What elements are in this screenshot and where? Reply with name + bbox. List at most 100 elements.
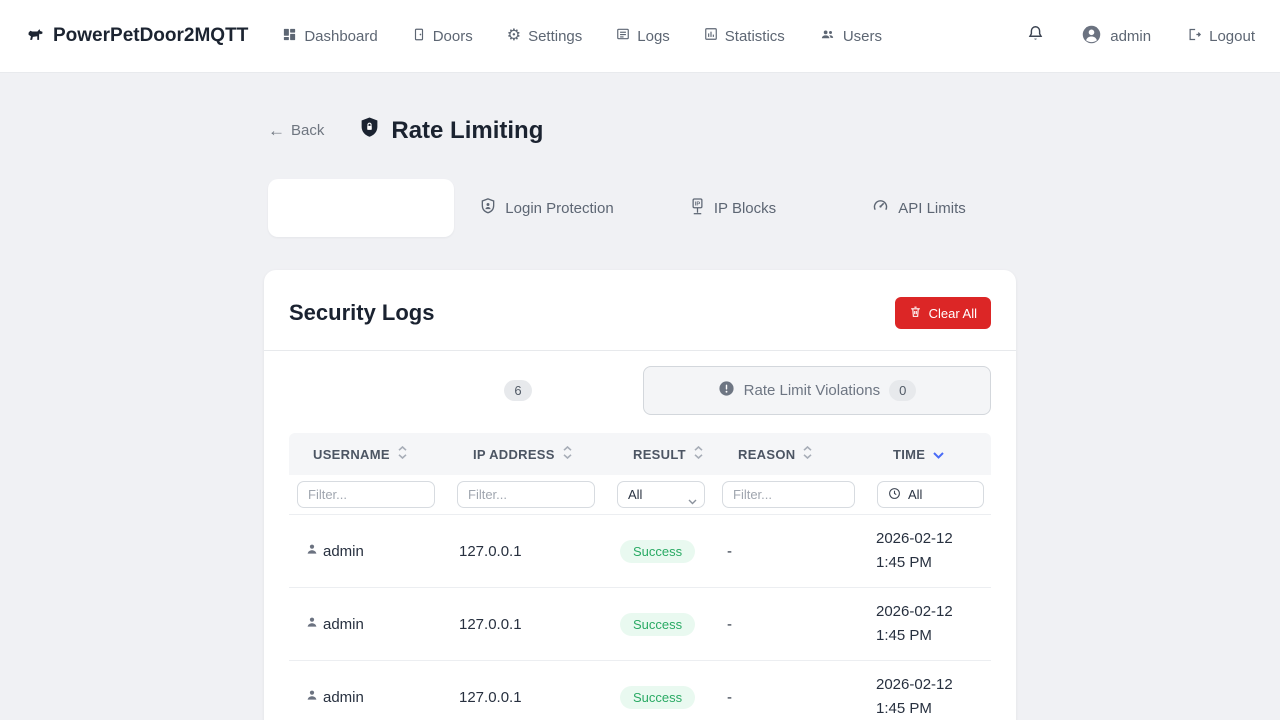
card-header: Security Logs Clear All <box>264 270 1016 351</box>
cell-reason: - <box>727 542 732 560</box>
trash-icon <box>909 305 922 321</box>
top-navbar: PowerPetDoor2MQTT Dashboard Doors ⚙ Sett… <box>0 0 1280 73</box>
table-filter-row: All <box>289 475 991 515</box>
cell-ip: 127.0.0.1 <box>459 615 522 633</box>
alert-circle-icon <box>718 380 735 401</box>
card-title: Security Logs <box>289 300 435 325</box>
logout-icon <box>1187 27 1202 46</box>
cell-time: 1:45 PM <box>876 627 932 644</box>
tab-active[interactable] <box>268 179 454 237</box>
nav-item-logs[interactable]: Logs <box>616 27 670 45</box>
time-filter-value: All <box>908 487 923 502</box>
table-row[interactable]: admin 127.0.0.1 Success - 2026-02-12 1:4… <box>289 515 991 588</box>
page-content: ← Back Rate Limiting Login Protection IP… <box>264 73 1016 720</box>
person-icon <box>305 615 319 633</box>
dashboard-icon <box>282 27 297 46</box>
column-header-result[interactable]: RESULT <box>609 445 714 462</box>
nav-label: Settings <box>528 27 583 45</box>
clock-icon <box>888 487 901 503</box>
security-logs-card: Security Logs Clear All 6 Rate Limit Vio… <box>264 270 1016 720</box>
tab-api-limits[interactable]: API Limits <box>826 179 1012 237</box>
nav-item-statistics[interactable]: Statistics <box>704 27 785 45</box>
cell-username: admin <box>323 542 364 560</box>
rate-limit-tabs: Login Protection IP IP Blocks API Limits <box>268 179 1012 237</box>
nav-right: admin Logout <box>1026 23 1255 49</box>
table-row[interactable]: admin 127.0.0.1 Success - 2026-02-12 1:4… <box>289 588 991 661</box>
tab-label: IP Blocks <box>713 199 777 217</box>
person-icon <box>305 542 319 560</box>
tab-label: Login Protection <box>505 199 614 217</box>
logs-icon <box>616 27 630 45</box>
ip-filter-input[interactable] <box>457 481 595 508</box>
dog-icon <box>25 24 44 49</box>
tab-login-attempts[interactable]: 6 <box>289 366 635 415</box>
shield-lock-icon <box>359 116 380 145</box>
tab-ip-blocks[interactable]: IP IP Blocks <box>640 179 826 237</box>
brand-title: PowerPetDoor2MQTT <box>53 25 249 46</box>
cell-time: 1:45 PM <box>876 700 932 717</box>
user-menu[interactable]: admin <box>1081 24 1151 49</box>
table-row[interactable]: admin 127.0.0.1 Success - 2026-02-12 1:4… <box>289 661 991 720</box>
cell-date: 2026-02-12 <box>876 603 953 621</box>
tab-login-protection[interactable]: Login Protection <box>454 179 640 237</box>
logout-label: Logout <box>1209 27 1255 45</box>
cell-ip: 127.0.0.1 <box>459 542 522 560</box>
clear-all-button[interactable]: Clear All <box>894 297 991 329</box>
sort-icon <box>803 445 812 462</box>
cell-ip: 127.0.0.1 <box>459 688 522 706</box>
cell-username: admin <box>323 615 364 633</box>
door-icon <box>412 27 426 46</box>
cell-date: 2026-02-12 <box>876 676 953 694</box>
nav-item-doors[interactable]: Doors <box>412 27 473 46</box>
clear-all-label: Clear All <box>928 305 977 321</box>
nav-item-settings[interactable]: ⚙ Settings <box>507 28 583 45</box>
result-filter-select[interactable] <box>617 481 705 508</box>
column-header-username[interactable]: USERNAME <box>289 445 449 462</box>
result-badge: Success <box>620 612 696 636</box>
back-label: Back <box>291 122 325 139</box>
nav-label: Doors <box>432 27 473 45</box>
login-attempts-count-badge: 6 <box>504 380 532 401</box>
person-icon <box>305 688 319 706</box>
bell-icon[interactable] <box>1026 23 1045 49</box>
security-logs-table: USERNAME IP ADDRESS RESULT REASON TIME F… <box>289 433 991 720</box>
result-badge: Success <box>620 685 696 709</box>
user-name: admin <box>1110 27 1152 45</box>
username-filter-input[interactable] <box>297 481 435 508</box>
tab-rate-limit-violations[interactable]: Rate Limit Violations 0 <box>643 366 991 415</box>
nav-item-dashboard[interactable]: Dashboard <box>282 27 378 46</box>
log-tabs: 6 Rate Limit Violations 0 <box>264 351 1016 415</box>
tab-label: API Limits <box>898 199 966 217</box>
gear-icon: ⚙ <box>506 27 522 44</box>
nav-label: Logs <box>637 27 670 45</box>
logout-button[interactable]: Logout <box>1187 27 1255 46</box>
sort-icon <box>563 445 572 462</box>
nav-label: Dashboard <box>304 27 378 45</box>
violations-count-badge: 0 <box>889 380 917 401</box>
column-header-reason[interactable]: REASON <box>714 445 869 462</box>
back-button[interactable]: ← Back <box>268 122 324 139</box>
sort-desc-icon <box>933 447 944 462</box>
column-header-time[interactable]: TIME <box>869 447 991 462</box>
cell-reason: - <box>727 615 732 633</box>
cell-username: admin <box>323 688 364 706</box>
table-header-row: USERNAME IP ADDRESS RESULT REASON TIME <box>289 433 991 475</box>
nav-item-users[interactable]: Users <box>819 27 882 46</box>
reason-filter-input[interactable] <box>722 481 855 508</box>
users-icon <box>819 27 836 46</box>
brand: PowerPetDoor2MQTT <box>25 24 248 49</box>
avatar-icon <box>1081 24 1102 49</box>
ip-monitor-icon: IP <box>690 197 705 220</box>
nav-label: Users <box>842 27 882 45</box>
time-filter-button[interactable]: All <box>877 481 984 508</box>
page-title: Rate Limiting <box>391 116 544 144</box>
statistics-icon <box>704 27 718 45</box>
result-filter-value[interactable] <box>617 481 705 508</box>
cell-date: 2026-02-12 <box>876 530 953 548</box>
back-arrow-icon: ← <box>268 121 285 140</box>
result-badge: Success <box>620 539 696 563</box>
nav-label: Statistics <box>724 27 785 45</box>
column-header-ip-address[interactable]: IP ADDRESS <box>449 445 609 462</box>
page-header: ← Back Rate Limiting <box>264 73 1016 145</box>
cell-reason: - <box>727 688 732 706</box>
